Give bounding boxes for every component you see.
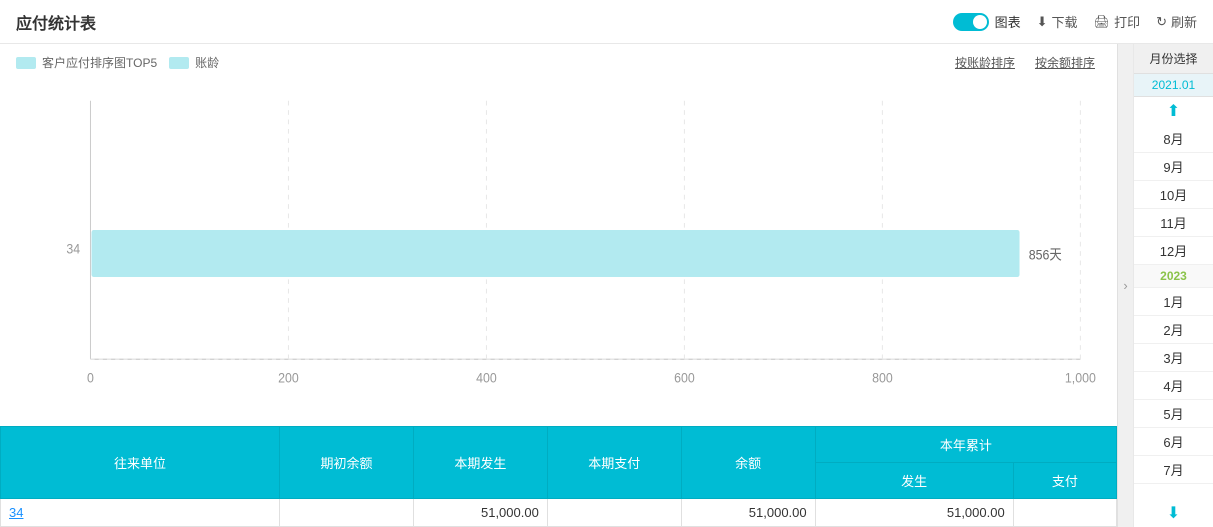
cell-paid — [547, 499, 681, 527]
legend-label-account: 账龄 — [195, 54, 219, 71]
month-item-aug[interactable]: 8月 — [1134, 125, 1213, 153]
table-header-row: 往来单位 期初余额 本期发生 本期支付 余额 本年累计 — [1, 427, 1117, 463]
sidebar-toggle-button[interactable]: › — [1117, 44, 1133, 527]
chart-area: 0 200 400 600 800 1,000 34 856天 — [0, 81, 1117, 426]
legend-label-top5: 客户应付排序图TOP5 — [42, 54, 157, 71]
col-balance: 余额 — [681, 427, 815, 499]
bar-chart: 0 200 400 600 800 1,000 34 856天 — [8, 89, 1101, 418]
legend-item-account: 账龄 — [169, 54, 219, 71]
nav-down-button[interactable]: ⬇ — [1134, 499, 1213, 527]
sort-buttons: 按账龄排序 按余额排序 — [949, 52, 1101, 73]
sidebar-current-date[interactable]: 2021.01 — [1134, 74, 1213, 97]
svg-text:600: 600 — [674, 370, 695, 386]
print-label: 打印 — [1114, 12, 1140, 31]
refresh-button[interactable]: ↻ 刷新 — [1156, 12, 1197, 31]
chart-legend: 客户应付排序图TOP5 账龄 — [16, 54, 219, 71]
table-row: 34 51,000.00 51,000.00 51,000.00 — [1, 499, 1117, 527]
main-content: 客户应付排序图TOP5 账龄 按账龄排序 按余额排序 — [0, 44, 1213, 527]
svg-text:800: 800 — [872, 370, 893, 386]
print-button[interactable]: 🖨 打印 — [1094, 12, 1141, 31]
sidebar-header: 月份选择 — [1134, 44, 1213, 74]
col-ytd-paid: 支付 — [1013, 463, 1116, 499]
chevron-right-icon: › — [1123, 278, 1127, 293]
chevron-up-icon: ⬆ — [1167, 101, 1180, 121]
col-company: 往来单位 — [1, 427, 280, 499]
month-item-feb[interactable]: 2月 — [1134, 316, 1213, 344]
chart-section: 客户应付排序图TOP5 账龄 按账龄排序 按余额排序 — [0, 44, 1117, 527]
month-item-dec[interactable]: 12月 — [1134, 237, 1213, 265]
month-item-jan[interactable]: 1月 — [1134, 288, 1213, 316]
cell-ytd-occurred: 51,000.00 — [815, 499, 1013, 527]
month-list: 8月9月10月11月12月20231月2月3月4月5月6月7月 — [1134, 125, 1213, 499]
svg-text:0: 0 — [87, 370, 94, 386]
month-item-nov[interactable]: 11月 — [1134, 209, 1213, 237]
sort-by-age-button[interactable]: 按账龄排序 — [949, 52, 1021, 73]
page-header: 应付统计表 图表 ⬇ 下载 🖨 打印 ↻ 刷新 — [0, 0, 1213, 44]
month-item-year-2023[interactable]: 2023 — [1134, 265, 1213, 288]
balance-text: 余额 — [735, 456, 761, 471]
month-item-may[interactable]: 5月 — [1134, 400, 1213, 428]
col-occurred: 本期发生 — [413, 427, 547, 499]
legend-color-account — [169, 57, 189, 69]
cell-company[interactable]: 34 — [1, 499, 280, 527]
svg-text:34: 34 — [66, 241, 80, 257]
chevron-down-icon: ⬇ — [1167, 503, 1180, 523]
chart-toggle-switch[interactable] — [953, 13, 989, 31]
cell-opening — [280, 499, 414, 527]
svg-text:856天: 856天 — [1029, 247, 1062, 263]
download-icon: ⬇ — [1037, 14, 1048, 30]
svg-text:1,000: 1,000 — [1065, 370, 1096, 386]
month-item-jun[interactable]: 6月 — [1134, 428, 1213, 456]
col-opening: 期初余额 — [280, 427, 414, 499]
cell-balance: 51,000.00 — [681, 499, 815, 527]
refresh-label: 刷新 — [1171, 12, 1197, 31]
nav-up-button[interactable]: ⬆ — [1134, 97, 1213, 125]
col-ytd: 本年累计 — [815, 427, 1116, 463]
month-item-mar[interactable]: 3月 — [1134, 344, 1213, 372]
legend-color-top5 — [16, 57, 36, 69]
svg-text:400: 400 — [476, 370, 497, 386]
sort-by-amount-button[interactable]: 按余额排序 — [1029, 52, 1101, 73]
legend-item-top5: 客户应付排序图TOP5 — [16, 54, 157, 71]
download-label: 下载 — [1052, 12, 1078, 31]
cell-ytd-paid — [1013, 499, 1116, 527]
month-item-apr[interactable]: 4月 — [1134, 372, 1213, 400]
svg-text:200: 200 — [278, 370, 299, 386]
print-icon: 🖨 — [1094, 14, 1111, 30]
header-actions: 图表 ⬇ 下载 🖨 打印 ↻ 刷新 — [953, 12, 1197, 31]
cell-occurred: 51,000.00 — [413, 499, 547, 527]
month-sidebar: 月份选择 2021.01 ⬆ 8月9月10月11月12月20231月2月3月4月… — [1133, 44, 1213, 527]
download-button[interactable]: ⬇ 下载 — [1037, 12, 1078, 31]
month-item-oct[interactable]: 10月 — [1134, 181, 1213, 209]
col-paid: 本期支付 — [547, 427, 681, 499]
chart-toggle-group[interactable]: 图表 — [953, 12, 1021, 31]
month-item-jul[interactable]: 7月 — [1134, 456, 1213, 484]
chart-header: 客户应付排序图TOP5 账龄 按账龄排序 按余额排序 — [0, 44, 1117, 81]
data-table: 往来单位 期初余额 本期发生 本期支付 余额 本年累计 发生 支付 — [0, 426, 1117, 527]
col-ytd-occurred: 发生 — [815, 463, 1013, 499]
month-item-sep[interactable]: 9月 — [1134, 153, 1213, 181]
refresh-icon: ↻ — [1156, 14, 1167, 30]
chart-toggle-label: 图表 — [995, 12, 1021, 31]
page-title: 应付统计表 — [16, 10, 96, 34]
table-section: 往来单位 期初余额 本期发生 本期支付 余额 本年累计 发生 支付 — [0, 426, 1117, 527]
